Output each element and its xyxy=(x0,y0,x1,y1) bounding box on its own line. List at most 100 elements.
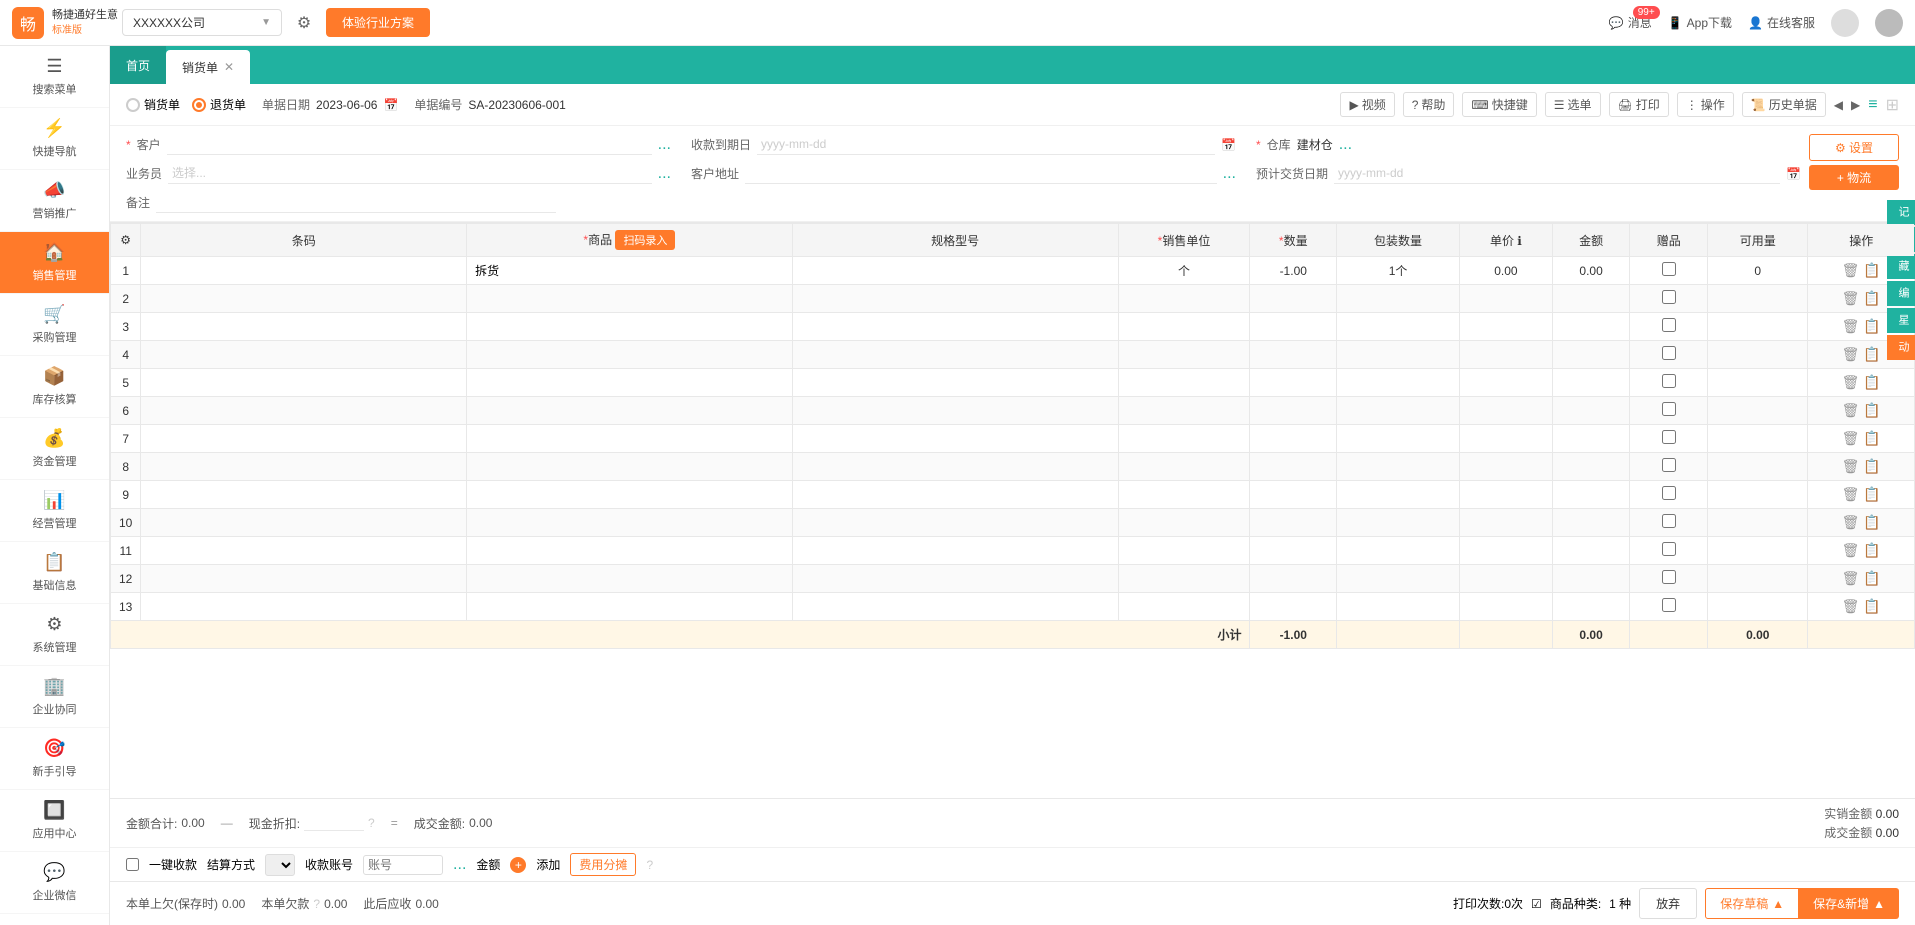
expected-date-calendar-icon[interactable]: 📅 xyxy=(1786,167,1801,181)
cell-gift[interactable] xyxy=(1630,425,1708,453)
delete-icon[interactable]: 🗑 xyxy=(1842,458,1860,475)
copy-icon[interactable]: 📋 xyxy=(1863,318,1880,335)
cell-price[interactable] xyxy=(1460,481,1553,509)
nav-prev-icon[interactable]: ◀ xyxy=(1834,98,1843,112)
account-dots-btn[interactable]: ... xyxy=(453,856,466,874)
cell-quantity[interactable] xyxy=(1250,369,1337,397)
delete-icon[interactable]: 🗑 xyxy=(1842,430,1860,447)
cell-quantity[interactable] xyxy=(1250,285,1337,313)
col-settings[interactable]: ⚙ xyxy=(111,224,141,257)
cell-gift[interactable] xyxy=(1630,397,1708,425)
product-type-checkbox[interactable]: ☑ xyxy=(1531,897,1542,911)
cell-product[interactable] xyxy=(467,397,793,425)
operation-btn[interactable]: ⋮ 操作 xyxy=(1677,92,1734,117)
cell-gift[interactable] xyxy=(1630,537,1708,565)
scan-button[interactable]: 扫码录入 xyxy=(615,230,675,250)
nav-next-icon[interactable]: ▶ xyxy=(1851,98,1860,112)
sidebar-item-quick-nav[interactable]: ⚡ 快捷导航 xyxy=(0,108,109,170)
cell-product[interactable] xyxy=(467,369,793,397)
sidebar-item-guide[interactable]: 🎯 新手引导 xyxy=(0,728,109,790)
sidebar-item-finance[interactable]: 💰 资金管理 xyxy=(0,418,109,480)
setup-button[interactable]: ⚙ 设置 xyxy=(1809,134,1899,161)
sidebar-item-inventory[interactable]: 📦 库存核算 xyxy=(0,356,109,418)
cell-quantity[interactable] xyxy=(1250,593,1337,621)
delete-icon[interactable]: 🗑 xyxy=(1842,402,1860,419)
delete-icon[interactable]: 🗑 xyxy=(1842,346,1860,363)
copy-icon[interactable]: 📋 xyxy=(1863,430,1880,447)
fee-split-button[interactable]: 费用分摊 xyxy=(570,853,636,876)
cell-gift[interactable] xyxy=(1630,369,1708,397)
sidebar-item-enterprise[interactable]: 🏢 企业协同 xyxy=(0,666,109,728)
message-btn[interactable]: 💬 消息 99+ xyxy=(1609,14,1652,31)
cell-product[interactable] xyxy=(467,593,793,621)
sidebar-item-wechat[interactable]: 💬 企业微信 xyxy=(0,852,109,914)
float-edit-btn[interactable]: 编 xyxy=(1887,281,1915,306)
cell-barcode[interactable] xyxy=(141,481,467,509)
cell-gift[interactable] xyxy=(1630,593,1708,621)
cell-spec[interactable] xyxy=(792,313,1118,341)
view-list-icon[interactable]: ≡ xyxy=(1868,96,1877,114)
cell-barcode[interactable] xyxy=(141,257,467,285)
copy-icon[interactable]: 📋 xyxy=(1863,486,1880,503)
history-btn[interactable]: 📜 历史单据 xyxy=(1742,92,1826,117)
settings-icon-btn[interactable]: ⚙ xyxy=(290,9,318,37)
sidebar-item-search[interactable]: ☰ 搜索菜单 xyxy=(0,46,109,108)
float-favorite-btn[interactable]: 藏 xyxy=(1887,254,1915,279)
view-grid-icon[interactable]: ⊞ xyxy=(1886,95,1899,115)
cell-quantity[interactable] xyxy=(1250,453,1337,481)
tab-sales-order[interactable]: 销货单 ✕ xyxy=(166,50,250,84)
cell-quantity[interactable] xyxy=(1250,509,1337,537)
sidebar-item-app-center[interactable]: 🔲 应用中心 xyxy=(0,790,109,852)
cell-product[interactable] xyxy=(467,537,793,565)
delete-icon[interactable]: 🗑 xyxy=(1842,262,1860,279)
trial-button[interactable]: 体验行业方案 xyxy=(326,8,430,37)
tab-close-icon[interactable]: ✕ xyxy=(224,60,234,74)
cell-price[interactable] xyxy=(1460,285,1553,313)
sidebar-item-marketing[interactable]: 📣 营销推广 xyxy=(0,170,109,232)
delete-icon[interactable]: 🗑 xyxy=(1842,486,1860,503)
tab-home[interactable]: 首页 xyxy=(110,46,166,84)
one-click-payment-checkbox[interactable] xyxy=(126,858,139,871)
cell-spec[interactable] xyxy=(792,509,1118,537)
cash-discount-input[interactable] xyxy=(304,816,364,831)
calc-method-select[interactable] xyxy=(265,854,295,876)
cell-spec[interactable] xyxy=(792,481,1118,509)
sidebar-item-system[interactable]: ⚙ 系统管理 xyxy=(0,604,109,666)
cell-product[interactable] xyxy=(467,341,793,369)
cell-product[interactable] xyxy=(467,481,793,509)
cell-price[interactable] xyxy=(1460,537,1553,565)
float-action-btn[interactable]: 动 xyxy=(1887,335,1915,360)
company-selector[interactable]: XXXXXX公司 ▼ xyxy=(122,9,282,36)
cell-quantity[interactable] xyxy=(1250,565,1337,593)
cell-quantity[interactable] xyxy=(1250,313,1337,341)
copy-icon[interactable]: 📋 xyxy=(1863,346,1880,363)
cell-price[interactable] xyxy=(1460,453,1553,481)
customer-addr-input[interactable] xyxy=(745,163,1217,184)
cell-gift[interactable] xyxy=(1630,565,1708,593)
expected-date-input[interactable] xyxy=(1334,163,1780,184)
save-draft-button[interactable]: 保存草稿 ▲ xyxy=(1705,888,1799,919)
cell-spec[interactable] xyxy=(792,565,1118,593)
shortcut-btn[interactable]: ⌨ 快捷键 xyxy=(1462,92,1536,117)
help-btn[interactable]: ? 帮助 xyxy=(1403,92,1455,117)
online-service-btn[interactable]: 👤 在线客服 xyxy=(1748,14,1815,31)
cell-price[interactable]: 0.00 xyxy=(1460,257,1553,285)
cell-price[interactable] xyxy=(1460,313,1553,341)
sidebar-item-operations[interactable]: 📊 经营管理 xyxy=(0,480,109,542)
cell-product[interactable] xyxy=(467,285,793,313)
customer-dots-btn[interactable]: ... xyxy=(658,136,671,154)
cell-spec[interactable] xyxy=(792,397,1118,425)
cell-barcode[interactable] xyxy=(141,425,467,453)
cell-spec[interactable] xyxy=(792,257,1118,285)
cell-product[interactable] xyxy=(467,425,793,453)
logistics-button[interactable]: + 物流 xyxy=(1809,165,1899,190)
cell-price[interactable] xyxy=(1460,397,1553,425)
cell-barcode[interactable] xyxy=(141,509,467,537)
due-date-calendar-icon[interactable]: 📅 xyxy=(1221,138,1236,152)
cell-price[interactable] xyxy=(1460,341,1553,369)
customer-addr-dots-btn[interactable]: ... xyxy=(1223,165,1236,183)
cell-quantity[interactable] xyxy=(1250,537,1337,565)
cell-spec[interactable] xyxy=(792,341,1118,369)
discard-button[interactable]: 放弃 xyxy=(1639,888,1697,919)
copy-icon[interactable]: 📋 xyxy=(1863,598,1880,615)
